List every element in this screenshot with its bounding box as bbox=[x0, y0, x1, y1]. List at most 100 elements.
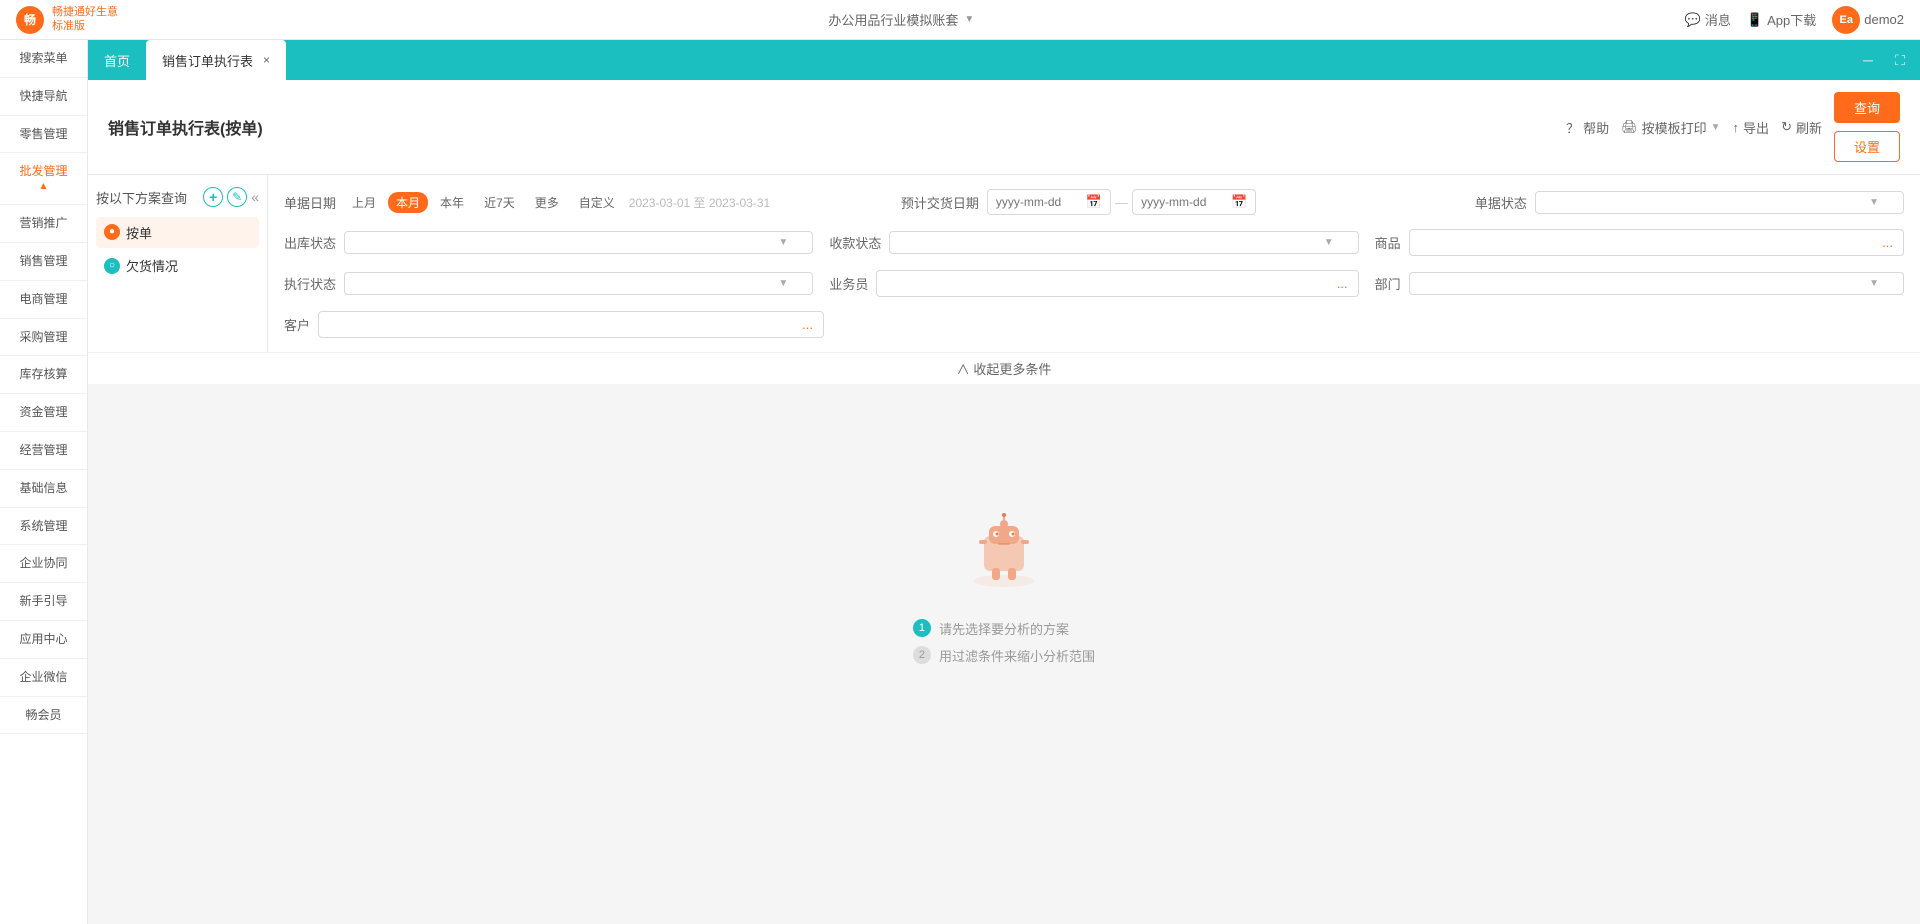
refresh-btn[interactable]: ↻ 刷新 bbox=[1781, 118, 1822, 137]
goods-group: 商品 ... bbox=[1375, 229, 1904, 256]
status-dropdown-arrow: ▼ bbox=[1869, 197, 1879, 208]
app-logo-text: 畅捷通好生意 标准版 bbox=[52, 6, 118, 32]
settings-button[interactable]: 设置 bbox=[1834, 131, 1900, 162]
sidebar-item-finance[interactable]: 资金管理 bbox=[0, 394, 87, 432]
query-button[interactable]: 查询 bbox=[1834, 92, 1900, 123]
filter-row-4: 客户 ... bbox=[284, 311, 1904, 338]
print-template-btn[interactable]: 🖨 按模板打印 ▼ bbox=[1621, 118, 1720, 137]
date-btn-last-7[interactable]: 近7天 bbox=[476, 192, 523, 213]
collapse-bar[interactable]: ∧ 收起更多条件 bbox=[88, 352, 1920, 384]
user-avatar-area[interactable]: Ea demo2 bbox=[1832, 6, 1904, 34]
date-btn-this-month[interactable]: 本月 bbox=[388, 192, 428, 213]
sidebar-item-enterprise[interactable]: 企业协同 bbox=[0, 545, 87, 583]
print-icon: 🖨 bbox=[1621, 119, 1638, 135]
date-quick-btns: 上月 本月 本年 近7天 更多 自定义 bbox=[344, 192, 623, 213]
step-2-num: 2 bbox=[913, 646, 931, 664]
help-btn[interactable]: ？ 帮助 bbox=[1566, 118, 1609, 137]
empty-illustration bbox=[954, 496, 1054, 599]
main-layout: 搜索菜单 快捷导航 零售管理 批发管理 ▲ 营销推广 销售管理 电商管理 采购管… bbox=[0, 40, 1920, 924]
date-btn-custom[interactable]: 自定义 bbox=[571, 192, 623, 213]
print-dropdown-arrow: ▼ bbox=[1711, 122, 1721, 133]
goods-ellipsis-btn[interactable]: ... bbox=[1882, 235, 1893, 250]
sidebar-item-search[interactable]: 搜索菜单 bbox=[0, 40, 87, 78]
page-content: 销售订单执行表(按单) ？ 帮助 🖨 按模板打印 ▼ ↑ 导出 bbox=[88, 80, 1920, 924]
top-bar-right: 💬 消息 📱 App下载 Ea demo2 bbox=[1685, 6, 1904, 34]
export-btn[interactable]: ↑ 导出 bbox=[1733, 118, 1770, 137]
top-bar: 畅 畅捷通好生意 标准版 办公用品行业模拟账套 ▼ 💬 消息 📱 App下载 E… bbox=[0, 0, 1920, 40]
scheme-edit-btn[interactable]: ✎ bbox=[227, 187, 247, 207]
scheme-header: 按以下方案查询 + ✎ « bbox=[96, 187, 259, 207]
goods-input[interactable]: ... bbox=[1409, 229, 1904, 256]
sidebar-item-business[interactable]: 经营管理 bbox=[0, 432, 87, 470]
salesperson-group: 业务员 ... bbox=[829, 270, 1358, 297]
help-icon: ？ bbox=[1566, 118, 1579, 137]
date-btn-more[interactable]: 更多 bbox=[527, 192, 567, 213]
sidebar-item-member[interactable]: 畅会员 bbox=[0, 697, 87, 735]
receipt-status-select[interactable]: ▼ bbox=[889, 231, 1358, 254]
dept-group: 部门 ▼ bbox=[1375, 272, 1904, 295]
sidebar-item-sales[interactable]: 销售管理 bbox=[0, 243, 87, 281]
filter-row-3: 执行状态 ▼ 业务员 bbox=[284, 270, 1904, 297]
sidebar-item-basic[interactable]: 基础信息 bbox=[0, 470, 87, 508]
sidebar-item-inventory[interactable]: 库存核算 bbox=[0, 356, 87, 394]
scheme-item-press[interactable]: ● 按单 bbox=[96, 217, 259, 248]
empty-state: 1 请先选择要分析的方案 2 用过滤条件来缩小分析范围 bbox=[88, 384, 1920, 784]
sidebar-item-ecommerce[interactable]: 电商管理 bbox=[0, 281, 87, 319]
status-select[interactable]: ▼ bbox=[1535, 191, 1904, 214]
sidebar-item-system[interactable]: 系统管理 bbox=[0, 508, 87, 546]
page-actions: ？ 帮助 🖨 按模板打印 ▼ ↑ 导出 ↻ 刷新 bbox=[1566, 92, 1900, 162]
industry-dropdown-arrow: ▼ bbox=[964, 14, 974, 25]
message-btn[interactable]: 💬 消息 bbox=[1685, 10, 1731, 29]
scheme-item-icon-debt: ○ bbox=[104, 258, 120, 274]
sidebar-item-marketing[interactable]: 营销推广 bbox=[0, 205, 87, 243]
dept-arrow: ▼ bbox=[1869, 278, 1879, 289]
stock-status-label: 出库状态 bbox=[284, 233, 336, 252]
tab-sales-exec[interactable]: 销售订单执行表 × bbox=[146, 40, 286, 80]
tab-minimize-btn[interactable]: ─ bbox=[1856, 48, 1880, 72]
filter-row-2: 出库状态 ▼ 收款状态 bbox=[284, 229, 1904, 256]
exec-status-wrap: ▼ bbox=[344, 272, 813, 295]
industry-selector[interactable]: 办公用品行业模拟账套 ▼ bbox=[828, 10, 974, 29]
scheme-panel: 按以下方案查询 + ✎ « ● 按单 bbox=[88, 175, 268, 352]
scheme-item-debt[interactable]: ○ 欠货情况 bbox=[96, 250, 259, 281]
refresh-icon: ↻ bbox=[1781, 119, 1792, 135]
dept-label: 部门 bbox=[1375, 274, 1401, 293]
stock-status-wrap: ▼ bbox=[344, 231, 813, 254]
app-download-btn[interactable]: 📱 App下载 bbox=[1747, 10, 1816, 29]
sidebar-item-appstore[interactable]: 应用中心 bbox=[0, 621, 87, 659]
receipt-status-group: 收款状态 ▼ bbox=[829, 231, 1358, 254]
sidebar-item-quick-nav[interactable]: 快捷导航 bbox=[0, 78, 87, 116]
tab-home[interactable]: 首页 bbox=[88, 40, 146, 80]
date-btn-this-year[interactable]: 本年 bbox=[432, 192, 472, 213]
sidebar-item-wholesale[interactable]: 批发管理 ▲ bbox=[0, 153, 87, 205]
customer-ellipsis-btn[interactable]: ... bbox=[802, 317, 813, 332]
exec-status-arrow: ▼ bbox=[778, 278, 788, 289]
customer-input[interactable]: ... bbox=[318, 311, 824, 338]
sidebar-item-retail[interactable]: 零售管理 bbox=[0, 116, 87, 154]
status-label: 单据状态 bbox=[1475, 193, 1527, 212]
sidebar-item-weixin[interactable]: 企业微信 bbox=[0, 659, 87, 697]
user-avatar: Ea bbox=[1832, 6, 1860, 34]
scheme-collapse-btn[interactable]: « bbox=[251, 189, 259, 205]
expected-date-to-input[interactable] bbox=[1141, 195, 1227, 209]
dept-select[interactable]: ▼ bbox=[1409, 272, 1904, 295]
tab-close-btn[interactable]: × bbox=[263, 53, 270, 67]
expected-date-from-input[interactable] bbox=[996, 195, 1082, 209]
collapse-label: 收起更多条件 bbox=[973, 362, 1051, 377]
expected-date-label: 预计交货日期 bbox=[901, 193, 979, 212]
stock-status-select[interactable]: ▼ bbox=[344, 231, 813, 254]
tab-maximize-btn[interactable]: ⛶ bbox=[1888, 48, 1912, 72]
scheme-header-actions: + ✎ « bbox=[203, 187, 259, 207]
salesperson-input[interactable]: ... bbox=[876, 270, 1358, 297]
filters-right: 单据日期 上月 本月 本年 近7天 更多 自定义 bbox=[268, 175, 1920, 352]
content-area: 首页 销售订单执行表 × ─ ⛶ 销售订单执行表(按单) ？ 帮助 bbox=[88, 40, 1920, 924]
exec-status-select[interactable]: ▼ bbox=[344, 272, 813, 295]
sidebar-item-purchase[interactable]: 采购管理 bbox=[0, 319, 87, 357]
app-logo-icon: 畅 bbox=[16, 6, 44, 34]
salesperson-ellipsis-btn[interactable]: ... bbox=[1337, 276, 1348, 291]
exec-status-label: 执行状态 bbox=[284, 274, 336, 293]
expected-date-group: 预计交货日期 📅 — 📅 bbox=[901, 189, 1459, 215]
sidebar-item-newbie[interactable]: 新手引导 bbox=[0, 583, 87, 621]
scheme-add-btn[interactable]: + bbox=[203, 187, 223, 207]
date-btn-last-month[interactable]: 上月 bbox=[344, 192, 384, 213]
